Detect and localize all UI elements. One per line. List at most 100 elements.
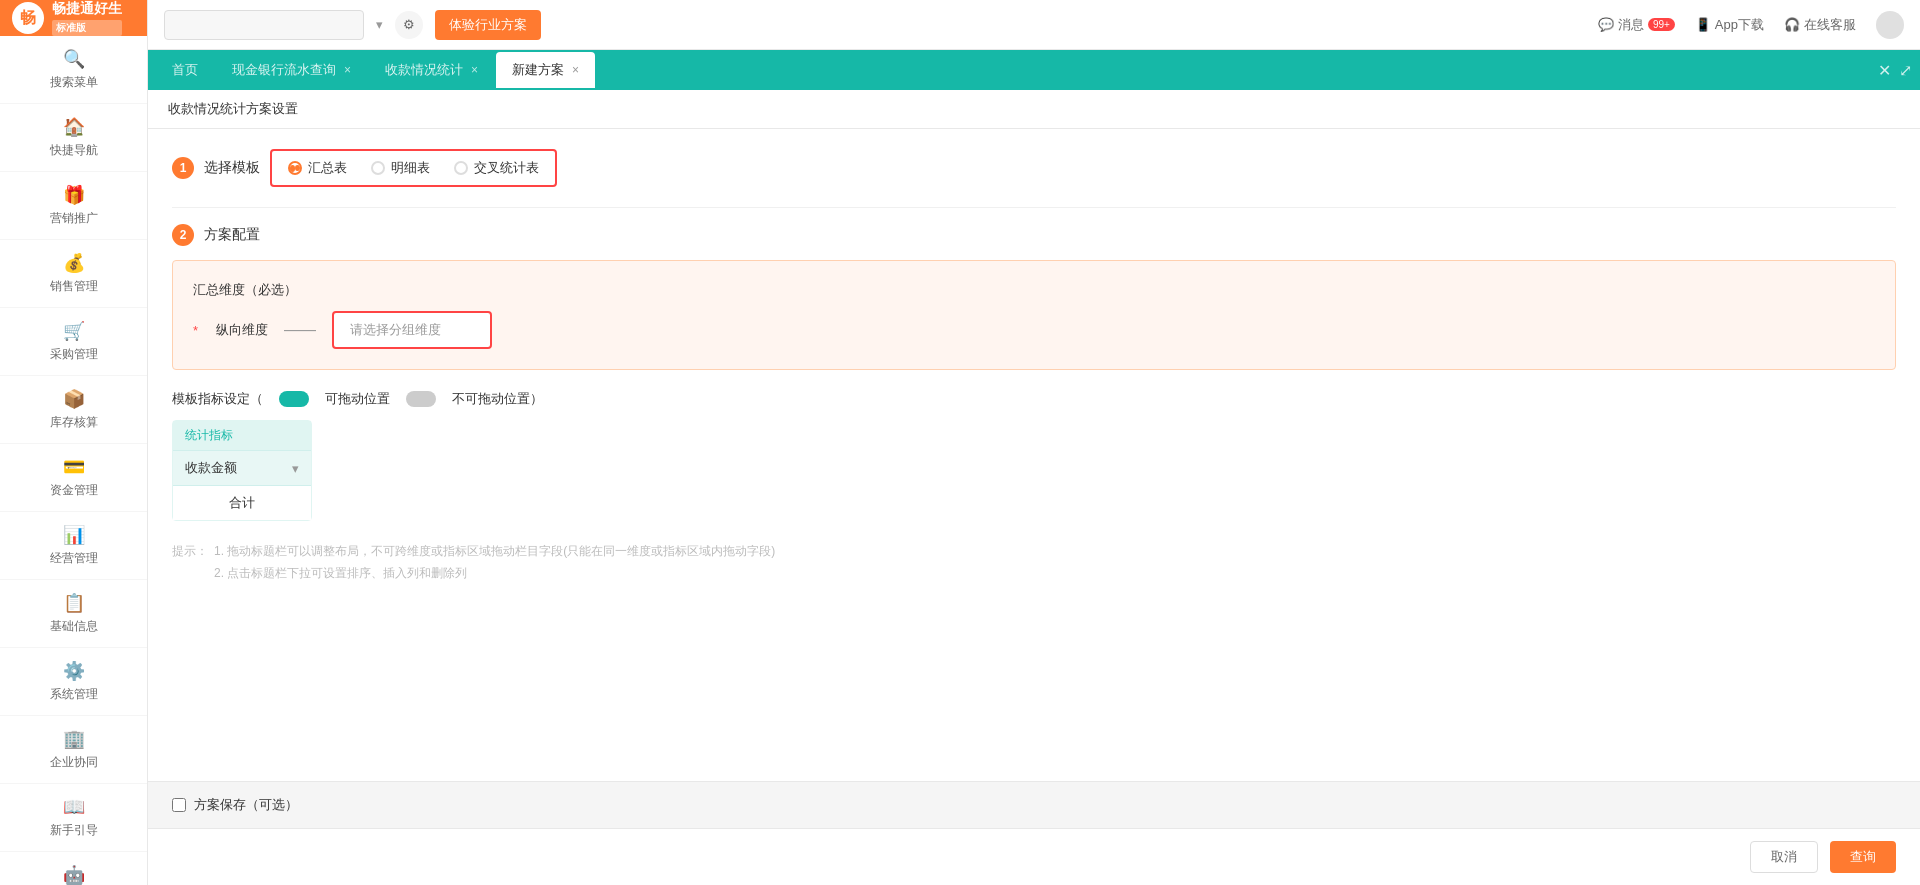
tip-content-1: 1. 拖动标题栏可以调整布局，不可跨维度或指标区域拖动栏目字段(只能在同一维度或… [214, 541, 775, 563]
dropdown-chevron-icon: ▾ [376, 17, 383, 32]
cancel-button[interactable]: 取消 [1750, 841, 1818, 873]
metrics-header: 模板指标设定（ 可拖动位置 不可拖动位置） [172, 390, 1896, 408]
radio-crosstab-btn[interactable] [454, 161, 468, 175]
box-icon: 📦 [63, 388, 85, 410]
sidebar-item-quicknav[interactable]: 🏠 快捷导航 [0, 104, 147, 172]
download-button[interactable]: 📱 App下载 [1695, 16, 1764, 34]
message-label: 消息 [1618, 16, 1644, 34]
drag-off-indicator [406, 391, 436, 407]
step1-header: 1 选择模板 汇总表 明细表 [172, 149, 1896, 187]
section-divider [172, 207, 1896, 208]
sidebar-item-hardware[interactable]: 🤖 智能硬件 [0, 852, 147, 885]
tips-section: 提示： 1. 拖动标题栏可以调整布局，不可跨维度或指标区域拖动栏目字段(只能在同… [172, 541, 1896, 584]
window-close-btn[interactable]: ✕ [1878, 61, 1891, 80]
tab-home-label: 首页 [172, 61, 198, 79]
nav-tabs: 首页 现金银行流水查询 × 收款情况统计 × 新建方案 × ✕ ⤢ [148, 50, 1920, 90]
sidebar-item-system[interactable]: ⚙️ 系统管理 [0, 648, 147, 716]
content-area: 收款情况统计方案设置 1 选择模板 汇总表 [148, 90, 1920, 885]
gear-icon: ⚙️ [63, 660, 85, 682]
nav-tabs-right: ✕ ⤢ [1878, 61, 1912, 80]
step1-title: 选择模板 [204, 159, 260, 177]
search-input[interactable] [164, 10, 364, 40]
sidebar: 畅 畅捷通好生 标准版 🔍 搜索菜单 🏠 快捷导航 🎁 营销推广 💰 销售管理 … [0, 0, 148, 885]
radio-detail-btn[interactable] [371, 161, 385, 175]
required-mark: * [193, 323, 198, 338]
stats-table: 统计指标 收款金额 ▾ 合计 [172, 420, 312, 521]
save-checkbox[interactable] [172, 798, 186, 812]
query-button[interactable]: 查询 [1830, 841, 1896, 873]
footer-bar: 取消 查询 [148, 828, 1920, 885]
download-icon: 📱 [1695, 17, 1711, 32]
stats-table-cell[interactable]: 收款金额 ▾ [173, 450, 311, 485]
dimension-row: * 纵向维度 —— 请选择分组维度 [193, 311, 1875, 349]
message-button[interactable]: 💬 消息 99+ [1598, 16, 1675, 34]
sidebar-item-label: 系统管理 [50, 686, 98, 703]
download-label: App下载 [1715, 16, 1764, 34]
dimension-select-box[interactable]: 请选择分组维度 [332, 311, 492, 349]
radio-detail[interactable]: 明细表 [371, 159, 430, 177]
tab-bank-flow[interactable]: 现金银行流水查询 × [216, 52, 367, 88]
settings-icon: ⚙ [403, 17, 415, 32]
tab-receipt-stats-close[interactable]: × [471, 63, 478, 77]
dimension-section-title: 汇总维度（必选） [193, 281, 1875, 299]
step2-header: 2 方案配置 [172, 224, 1896, 246]
sidebar-item-search[interactable]: 🔍 搜索菜单 [0, 36, 147, 104]
logo-title: 畅捷通好生 [52, 0, 122, 18]
home-icon: 🏠 [63, 116, 85, 138]
metrics-title: 模板指标设定（ [172, 390, 263, 408]
sidebar-item-label: 搜索菜单 [50, 74, 98, 91]
dimension-arrow: —— [284, 321, 316, 339]
trial-btn[interactable]: 体验行业方案 [435, 10, 541, 40]
tab-new-plan[interactable]: 新建方案 × [496, 52, 595, 88]
sidebar-item-label: 企业协同 [50, 754, 98, 771]
user-avatar[interactable] [1876, 11, 1904, 39]
page-title: 收款情况统计方案设置 [168, 101, 298, 116]
sidebar-item-purchase[interactable]: 🛒 采购管理 [0, 308, 147, 376]
logo-icon: 畅 [12, 2, 44, 34]
sidebar-item-finance[interactable]: 💳 资金管理 [0, 444, 147, 512]
tip-text-1: 提示： [172, 541, 208, 563]
tab-home[interactable]: 首页 [156, 52, 214, 88]
radio-summary[interactable]: 汇总表 [288, 159, 347, 177]
window-expand-btn[interactable]: ⤢ [1899, 61, 1912, 80]
tab-bank-flow-close[interactable]: × [344, 63, 351, 77]
step2-badge: 2 [172, 224, 194, 246]
money-icon: 💰 [63, 252, 85, 274]
stats-total-label: 合计 [229, 495, 255, 510]
sidebar-item-label: 销售管理 [50, 278, 98, 295]
sidebar-item-sales[interactable]: 💰 销售管理 [0, 240, 147, 308]
service-button[interactable]: 🎧 在线客服 [1784, 16, 1856, 34]
dimension-area: 汇总维度（必选） * 纵向维度 —— 请选择分组维度 [172, 260, 1896, 370]
sidebar-item-label: 采购管理 [50, 346, 98, 363]
save-section: 方案保存（可选） [148, 781, 1920, 828]
drag-off-label: 不可拖动位置） [452, 390, 543, 408]
radio-crosstab-label: 交叉统计表 [474, 159, 539, 177]
stats-cell-value: 收款金额 [185, 459, 237, 477]
sidebar-item-inventory[interactable]: 📦 库存核算 [0, 376, 147, 444]
sidebar-item-guide[interactable]: 📖 新手引导 [0, 784, 147, 852]
tab-new-plan-close[interactable]: × [572, 63, 579, 77]
topbar: ▾ ⚙ 体验行业方案 💬 消息 99+ 📱 App下载 🎧 在线客服 [148, 0, 1920, 50]
template-highlight-box: 汇总表 明细表 交叉统计表 [270, 149, 557, 187]
sidebar-item-marketing[interactable]: 🎁 营销推广 [0, 172, 147, 240]
save-label: 方案保存（可选） [194, 796, 298, 814]
sidebar-item-collab[interactable]: 🏢 企业协同 [0, 716, 147, 784]
tab-bank-flow-label: 现金银行流水查询 [232, 61, 336, 79]
radio-crosstab[interactable]: 交叉统计表 [454, 159, 539, 177]
sidebar-item-management[interactable]: 📊 经营管理 [0, 512, 147, 580]
sidebar-item-label: 库存核算 [50, 414, 98, 431]
sidebar-item-label: 资金管理 [50, 482, 98, 499]
list-icon: 📋 [63, 592, 85, 614]
topbar-dropdown[interactable]: ▾ [376, 17, 383, 32]
service-label: 在线客服 [1804, 16, 1856, 34]
sidebar-item-basicinfo[interactable]: 📋 基础信息 [0, 580, 147, 648]
tab-receipt-stats-label: 收款情况统计 [385, 61, 463, 79]
sidebar-logo: 畅 畅捷通好生 标准版 [0, 0, 147, 36]
card-icon: 💳 [63, 456, 85, 478]
settings-button[interactable]: ⚙ [395, 11, 423, 39]
logo-text-block: 畅捷通好生 标准版 [52, 0, 122, 36]
tab-receipt-stats[interactable]: 收款情况统计 × [369, 52, 494, 88]
stats-cell-dropdown-icon[interactable]: ▾ [292, 461, 299, 476]
radio-summary-btn[interactable] [288, 161, 302, 175]
sidebar-item-label: 基础信息 [50, 618, 98, 635]
